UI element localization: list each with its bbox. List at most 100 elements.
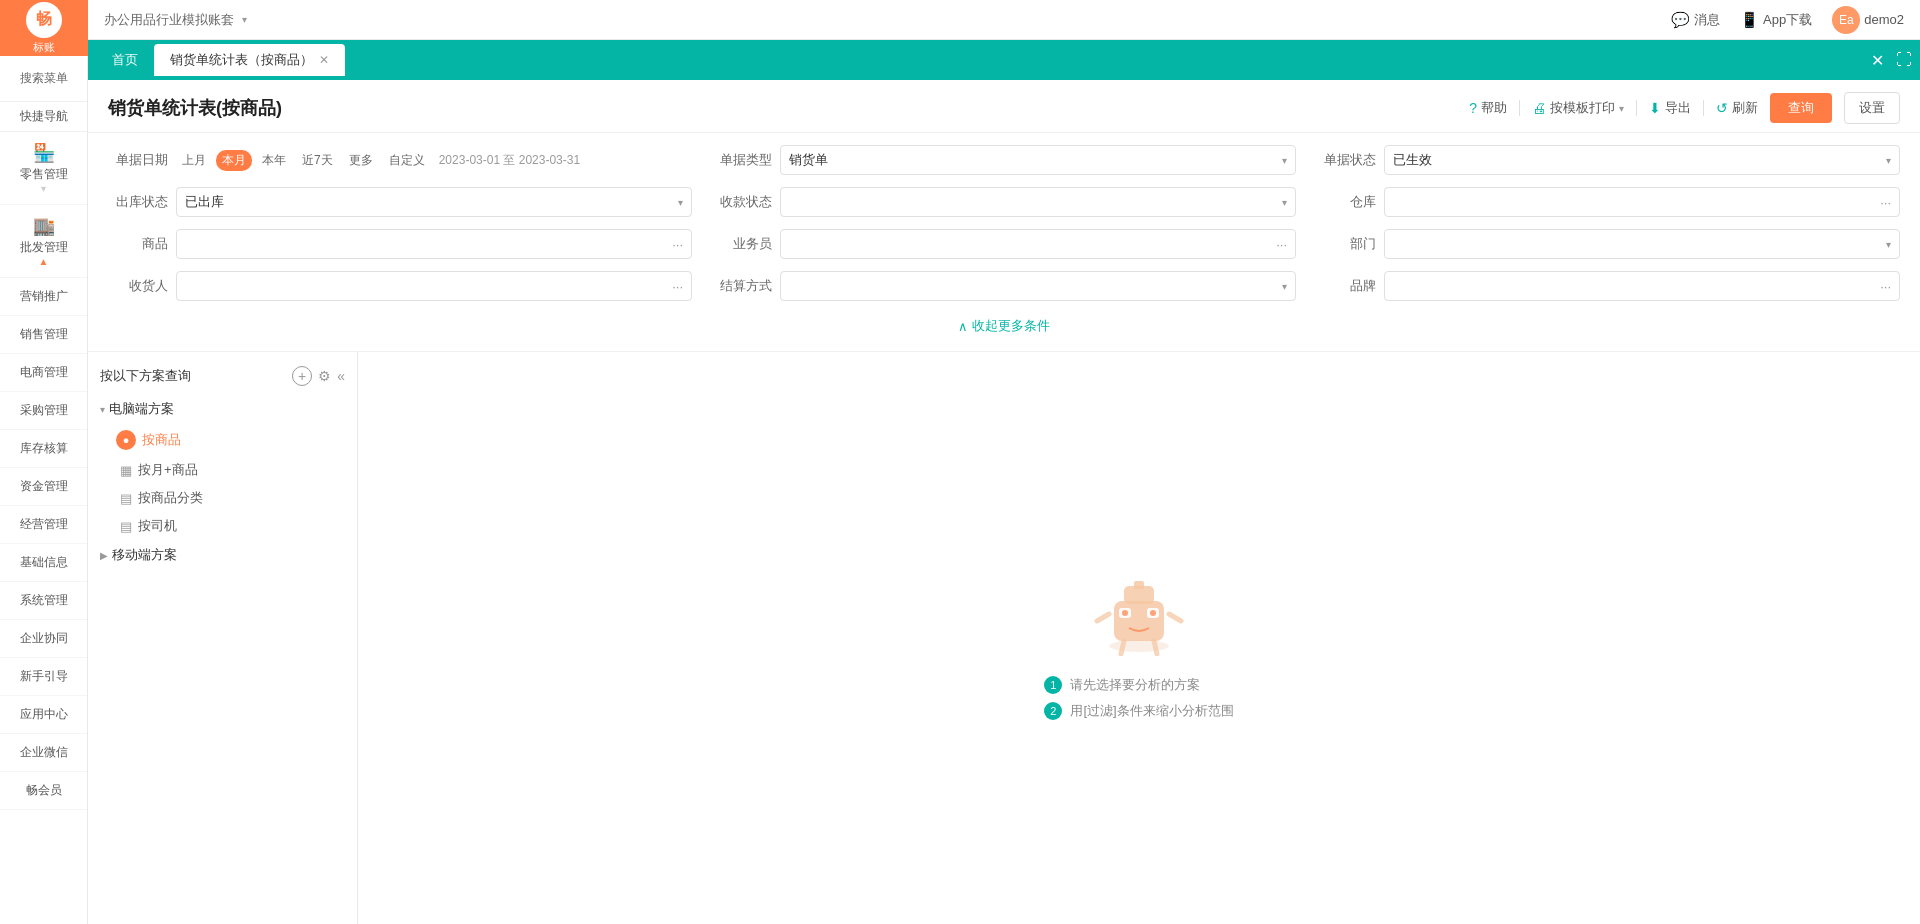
topbar: 办公用品行业模拟账套 ▾ 💬 消息 📱 App下载 Ea demo2 xyxy=(88,0,1920,40)
sidebar-item-purchase[interactable]: 采购管理 xyxy=(0,392,87,430)
scheme-settings-btn[interactable]: ⚙ xyxy=(318,368,331,384)
filter-settle-control[interactable]: ▾ xyxy=(780,271,1296,301)
tab-report[interactable]: 销货单统计表（按商品） ✕ xyxy=(154,44,345,76)
tab-home[interactable]: 首页 xyxy=(96,44,154,76)
settings-btn[interactable]: 设置 xyxy=(1844,92,1900,124)
date-tab-7days[interactable]: 近7天 xyxy=(296,150,339,171)
scheme-desktop-arrow: ▾ xyxy=(100,404,105,415)
scheme-item-by-cashier[interactable]: ▤ 按司机 xyxy=(88,512,357,540)
app-download-btn[interactable]: 📱 App下载 xyxy=(1740,11,1812,29)
svg-point-0 xyxy=(1109,640,1169,652)
wholesale-icon: 🏬 xyxy=(33,215,55,237)
filter-goods-dots[interactable]: ··· xyxy=(672,237,683,252)
scheme-mobile-arrow: ▶ xyxy=(100,550,108,561)
scheme-panel-title: 按以下方案查询 xyxy=(100,367,286,385)
sidebar: 畅 标账 搜索菜单 快捷导航 🏪 零售管理 ▾ 🏬 批发管理 ▲ 营销推广 销售… xyxy=(0,0,88,924)
help-icon: ? xyxy=(1469,100,1477,116)
scheme-item-by-cashier-icon: ▤ xyxy=(120,519,132,534)
user-avatar: Ea xyxy=(1832,6,1860,34)
refresh-icon: ↺ xyxy=(1716,100,1728,116)
tab-fullscreen-icon[interactable]: ⛶ xyxy=(1896,51,1912,69)
filter-warehouse2-control[interactable]: ··· xyxy=(1384,187,1900,217)
svg-rect-7 xyxy=(1134,581,1144,589)
scheme-desktop-group-header[interactable]: ▾ 电脑端方案 xyxy=(88,394,357,424)
filter-doc-status-value: 已生效 xyxy=(1393,151,1886,169)
sidebar-item-inventory[interactable]: 库存核算 xyxy=(0,430,87,468)
date-tab-last-month[interactable]: 上月 xyxy=(176,150,212,171)
date-tabs: 上月 本月 本年 近7天 更多 自定义 xyxy=(176,150,431,171)
filter-dept-control[interactable]: ▾ xyxy=(1384,229,1900,259)
help-label: 帮助 xyxy=(1481,99,1507,117)
tab-close-icon[interactable]: ✕ xyxy=(319,53,329,67)
filter-goods-control[interactable]: ··· xyxy=(176,229,692,259)
scheme-item-by-month-goods[interactable]: ▦ 按月+商品 xyxy=(88,456,357,484)
filter-salesperson-dots[interactable]: ··· xyxy=(1276,237,1287,252)
export-btn[interactable]: ⬇ 导出 xyxy=(1649,99,1691,117)
topbar-breadcrumb-area: 办公用品行业模拟账套 ▾ xyxy=(104,11,247,29)
tip-num-2: 2 xyxy=(1044,702,1062,720)
breadcrumb-text: 办公用品行业模拟账套 xyxy=(104,11,234,29)
filter-brand-dots[interactable]: ··· xyxy=(1880,279,1891,294)
filter-receiver-dots[interactable]: ··· xyxy=(672,279,683,294)
sidebar-item-ecommerce[interactable]: 电商管理 xyxy=(0,354,87,392)
sidebar-item-finance[interactable]: 资金管理 xyxy=(0,468,87,506)
sidebar-item-operations[interactable]: 经营管理 xyxy=(0,506,87,544)
svg-line-8 xyxy=(1097,614,1109,621)
sidebar-item-system[interactable]: 系统管理 xyxy=(0,582,87,620)
filter-date-label: 单据日期 xyxy=(108,151,168,169)
scheme-add-btn[interactable]: + xyxy=(292,366,312,386)
filter-warehouse-status-control[interactable]: 已出库 ▾ xyxy=(176,187,692,217)
refresh-btn[interactable]: ↺ 刷新 xyxy=(1716,99,1758,117)
scheme-item-by-category[interactable]: ▤ 按商品分类 xyxy=(88,484,357,512)
filter-doc-type-arrow: ▾ xyxy=(1282,155,1287,166)
sidebar-search-menu[interactable]: 搜索菜单 xyxy=(20,66,68,91)
sidebar-item-wechat[interactable]: 企业微信 xyxy=(0,734,87,772)
tab-close-window-icon[interactable]: ✕ xyxy=(1871,51,1884,70)
sidebar-item-marketing[interactable]: 营销推广 xyxy=(0,278,87,316)
sidebar-item-basic[interactable]: 基础信息 xyxy=(0,544,87,582)
export-icon: ⬇ xyxy=(1649,100,1661,116)
help-btn[interactable]: ? 帮助 xyxy=(1469,99,1507,117)
scheme-collapse-btn[interactable]: « xyxy=(337,368,345,384)
filter-brand-label: 品牌 xyxy=(1316,277,1376,295)
date-tab-this-month[interactable]: 本月 xyxy=(216,150,252,171)
filter-warehouse2-dots[interactable]: ··· xyxy=(1880,195,1891,210)
query-btn[interactable]: 查询 xyxy=(1770,93,1832,123)
divider1 xyxy=(1519,100,1520,116)
scheme-item-by-goods[interactable]: ● 按商品 xyxy=(88,424,357,456)
message-btn[interactable]: 💬 消息 xyxy=(1671,11,1720,29)
filter-brand-control[interactable]: ··· xyxy=(1384,271,1900,301)
sidebar-item-member[interactable]: 畅会员 xyxy=(0,772,87,810)
breadcrumb-dropdown-icon[interactable]: ▾ xyxy=(242,14,247,25)
sidebar-item-guide[interactable]: 新手引导 xyxy=(0,658,87,696)
scheme-mobile-group-header[interactable]: ▶ 移动端方案 xyxy=(88,540,357,570)
page-title: 销货单统计表(按商品) xyxy=(108,96,282,120)
topbar-right-area: 💬 消息 📱 App下载 Ea demo2 xyxy=(1671,6,1904,34)
sidebar-item-apps[interactable]: 应用中心 xyxy=(0,696,87,734)
filter-doc-type: 单据类型 销货单 ▾ xyxy=(712,145,1296,175)
collapse-filters-btn[interactable]: ∧ 收起更多条件 xyxy=(108,313,1900,339)
sidebar-item-sales[interactable]: 销售管理 xyxy=(0,316,87,354)
sidebar-item-retail[interactable]: 🏪 零售管理 ▾ xyxy=(0,132,87,205)
date-tab-this-year[interactable]: 本年 xyxy=(256,150,292,171)
filter-doc-type-control[interactable]: 销货单 ▾ xyxy=(780,145,1296,175)
sidebar-item-corp[interactable]: 企业协同 xyxy=(0,620,87,658)
collapse-up-icon: ∧ xyxy=(958,319,968,334)
date-tab-more[interactable]: 更多 xyxy=(343,150,379,171)
filter-salesperson-control[interactable]: ··· xyxy=(780,229,1296,259)
filter-payment-control[interactable]: ▾ xyxy=(780,187,1296,217)
scheme-item-by-month-label: 按月+商品 xyxy=(138,461,198,479)
print-dropdown-icon[interactable]: ▾ xyxy=(1619,103,1624,114)
scheme-panel-icons: + ⚙ « xyxy=(292,366,345,386)
user-area[interactable]: Ea demo2 xyxy=(1832,6,1904,34)
export-label: 导出 xyxy=(1665,99,1691,117)
content-wrapper: 按以下方案查询 + ⚙ « ▾ 电脑端方案 ● xyxy=(88,352,1920,924)
sidebar-quick-nav[interactable]: 快捷导航 xyxy=(20,108,68,125)
filter-receiver-control[interactable]: ··· xyxy=(176,271,692,301)
sidebar-item-wholesale[interactable]: 🏬 批发管理 ▲ xyxy=(0,205,87,278)
date-tab-custom[interactable]: 自定义 xyxy=(383,150,431,171)
filter-doc-status-control[interactable]: 已生效 ▾ xyxy=(1384,145,1900,175)
wholesale-arrow: ▲ xyxy=(39,256,49,267)
filter-receiver: 收货人 ··· xyxy=(108,271,692,301)
print-btn[interactable]: 🖨 按模板打印 ▾ xyxy=(1532,99,1624,117)
